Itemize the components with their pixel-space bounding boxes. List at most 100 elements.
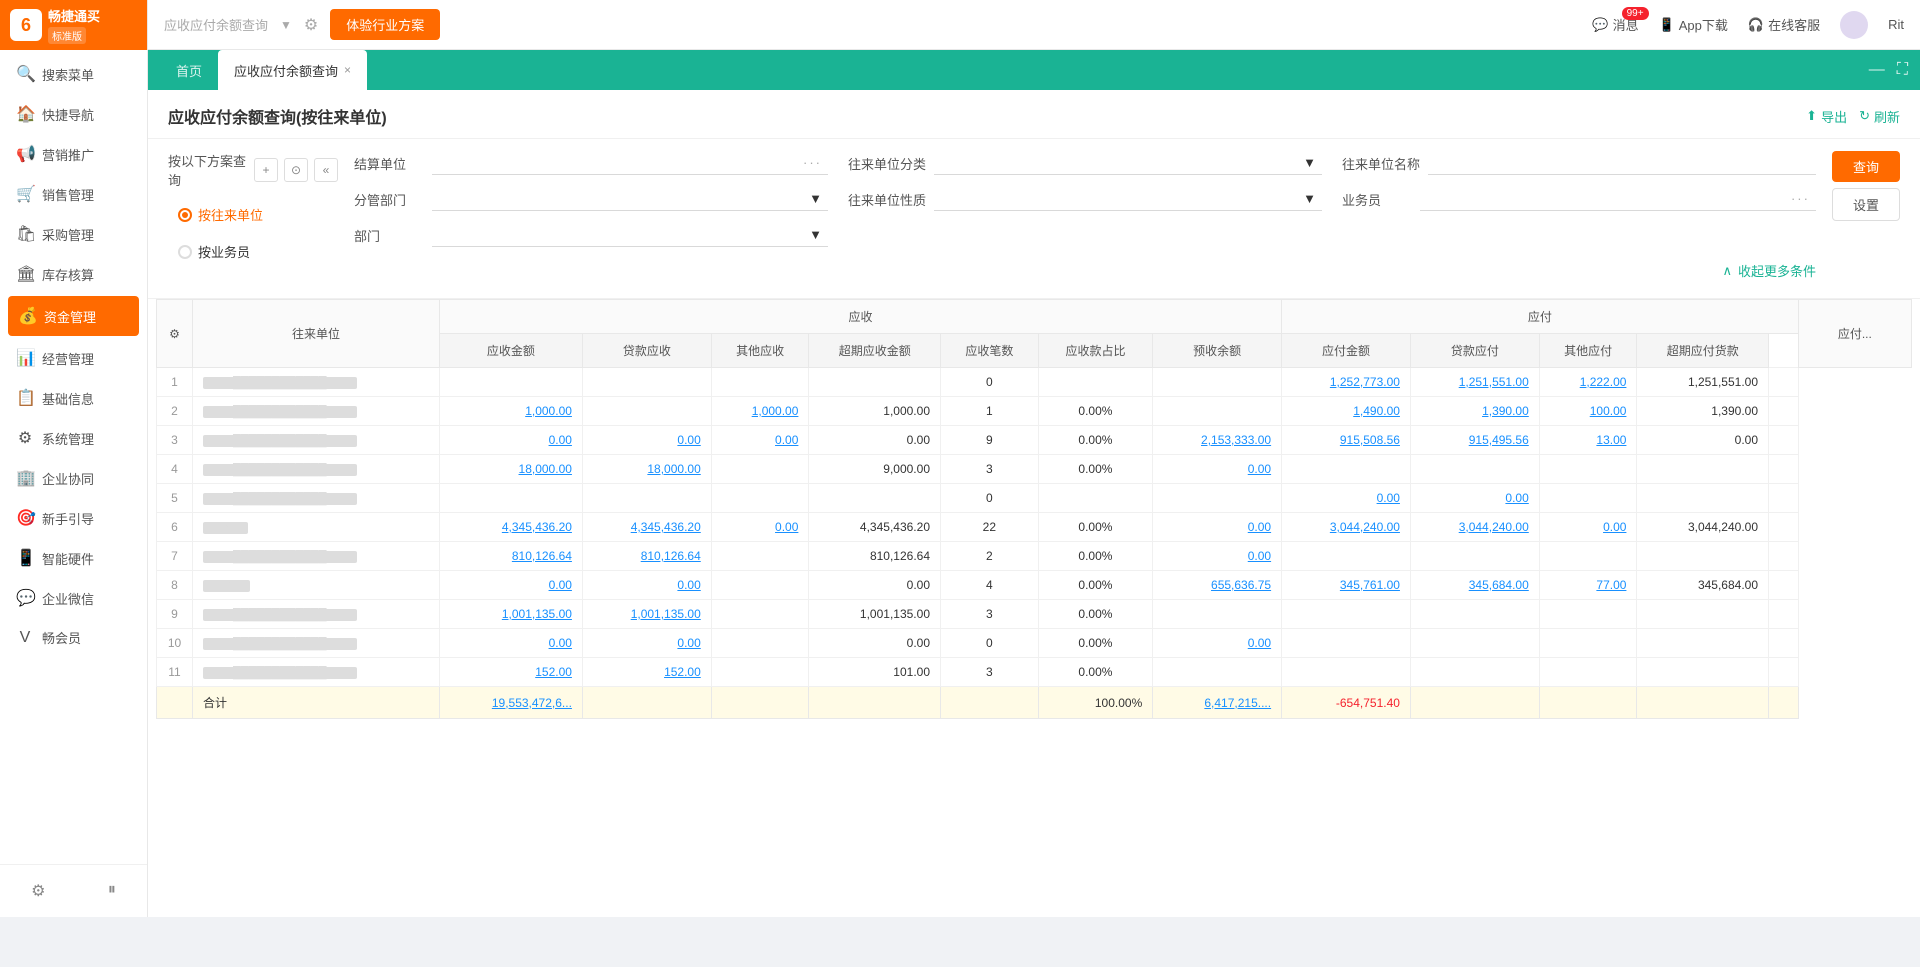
filter-add-btn[interactable]: + — [254, 158, 278, 182]
tab-close-icon[interactable]: × — [344, 63, 351, 77]
cell-link[interactable]: 0.00 — [775, 433, 798, 447]
marketing-icon: 📢 — [16, 144, 34, 164]
sidebar-item-label: 企业协同 — [42, 469, 94, 488]
cell-link[interactable]: 152.00 — [535, 665, 572, 679]
topbar-gear-icon[interactable]: ⚙ — [304, 15, 318, 35]
cell-link[interactable]: 13.00 — [1596, 433, 1626, 447]
settlement-dots[interactable]: ··· — [803, 155, 822, 170]
salesperson-dots[interactable]: ··· — [1791, 191, 1810, 206]
footer-prepaid[interactable]: 6,417,215.... — [1153, 687, 1282, 719]
cell-link[interactable]: 1,000.00 — [525, 404, 572, 418]
cell-link[interactable]: 4,345,436.20 — [631, 520, 701, 534]
tab-home[interactable]: 首页 — [160, 50, 218, 90]
cell-link[interactable]: 810,126.64 — [641, 549, 701, 563]
cell-link[interactable]: 0.00 — [1603, 520, 1626, 534]
cell-link[interactable]: 345,761.00 — [1340, 578, 1400, 592]
sidebar-item-guide[interactable]: 🎯新手引导 — [0, 498, 147, 538]
cell-link[interactable]: 0.00 — [549, 433, 572, 447]
partner-name-input[interactable] — [1428, 151, 1816, 175]
dept-manager-select[interactable]: ▼ — [432, 187, 828, 211]
wechat-icon: 💬 — [16, 588, 34, 608]
footer-rec-amount[interactable]: 19,553,472,6... — [439, 687, 582, 719]
sidebar-item-label: 采购管理 — [42, 225, 94, 244]
cell-link[interactable]: 915,508.56 — [1340, 433, 1400, 447]
cell-link[interactable]: 4,345,436.20 — [502, 520, 572, 534]
dept-select[interactable]: ▼ — [432, 223, 828, 247]
salesperson-input[interactable]: ··· — [1420, 187, 1816, 211]
online-service-btn[interactable]: 🎧 在线客服 — [1748, 15, 1820, 34]
cell-link[interactable]: 152.00 — [664, 665, 701, 679]
cell-link[interactable]: 18,000.00 — [519, 462, 572, 476]
sidebar-item-sales[interactable]: 🛒销售管理 — [0, 174, 147, 214]
sidebar-item-quick[interactable]: 🏠快捷导航 — [0, 94, 147, 134]
topbar-dropdown-icon[interactable]: ▼ — [280, 18, 292, 32]
filter-settings-btn[interactable]: ⊙ — [284, 158, 308, 182]
sidebar-item-inventory[interactable]: 🏛库存核算 — [0, 254, 147, 294]
partner-nature-select[interactable]: ▼ — [934, 187, 1322, 211]
export-btn[interactable]: ⬆ 导出 — [1806, 107, 1847, 126]
cell-link[interactable]: 0.00 — [775, 520, 798, 534]
cell-link[interactable]: 18,000.00 — [647, 462, 700, 476]
dropdown-icon3: ▼ — [1303, 191, 1316, 206]
gear-header[interactable]: ⚙ — [157, 300, 193, 368]
sidebar-item-finance[interactable]: 💰资金管理 — [8, 296, 139, 336]
cell-link[interactable]: 0.00 — [1248, 549, 1271, 563]
cell-link[interactable]: 0.00 — [1248, 462, 1271, 476]
export-icon: ⬆ — [1806, 108, 1817, 124]
collapse-more-btn[interactable]: ∧ 收起更多条件 — [1722, 255, 1816, 286]
cell-link[interactable]: 1,001,135.00 — [631, 607, 701, 621]
sidebar-item-purchase[interactable]: 🛍采购管理 — [0, 214, 147, 254]
settlement-input[interactable]: ··· — [432, 151, 828, 175]
cell-link[interactable]: 0.00 — [1377, 491, 1400, 505]
tab-active[interactable]: 应收应付余额查询 × — [218, 50, 367, 90]
username-label: Rit — [1888, 17, 1904, 32]
cell-link[interactable]: 915,495.56 — [1469, 433, 1529, 447]
cell-link[interactable]: 77.00 — [1596, 578, 1626, 592]
tab-minimize-btn[interactable]: — — [1869, 61, 1885, 79]
cell-link[interactable]: 0.00 — [677, 433, 700, 447]
sidebar-item-hardware[interactable]: 📱智能硬件 — [0, 538, 147, 578]
query-method-按业务员[interactable]: 按业务员 — [168, 236, 338, 267]
cell-link[interactable]: 1,001,135.00 — [502, 607, 572, 621]
cell-link[interactable]: 1,251,551.00 — [1459, 375, 1529, 389]
cell-link[interactable]: 1,390.00 — [1482, 404, 1529, 418]
query-method-按往来单位[interactable]: 按往来单位 — [168, 199, 338, 230]
cell-link[interactable]: 0.00 — [677, 578, 700, 592]
cell-link[interactable]: 0.00 — [549, 578, 572, 592]
sidebar-item-member[interactable]: V畅会员 — [0, 618, 147, 657]
sidebar-item-system[interactable]: ⚙系统管理 — [0, 418, 147, 458]
cell-link[interactable]: 0.00 — [549, 636, 572, 650]
cell-link[interactable]: 1,000.00 — [752, 404, 799, 418]
cell-link[interactable]: 1,252,773.00 — [1330, 375, 1400, 389]
cell-link[interactable]: 345,684.00 — [1469, 578, 1529, 592]
cell-link[interactable]: 1,490.00 — [1353, 404, 1400, 418]
topbar-cta-button[interactable]: 体验行业方案 — [330, 9, 440, 40]
cell-link[interactable]: 0.00 — [677, 636, 700, 650]
sidebar-item-search[interactable]: 🔍搜索菜单 — [0, 54, 147, 94]
sidebar-item-operation[interactable]: 📊经营管理 — [0, 338, 147, 378]
cell-link[interactable]: 810,126.64 — [512, 549, 572, 563]
cell-link[interactable]: 655,636.75 — [1211, 578, 1271, 592]
filter-collapse-btn[interactable]: « — [314, 158, 338, 182]
message-btn[interactable]: 💬 消息 99+ — [1592, 15, 1638, 34]
sidebar-item-base[interactable]: 📋基础信息 — [0, 378, 147, 418]
sidebar-item-marketing[interactable]: 📢营销推广 — [0, 134, 147, 174]
tab-maximize-btn[interactable]: ⛶ — [1897, 61, 1908, 79]
refresh-btn[interactable]: ↻ 刷新 — [1859, 107, 1900, 126]
cell-link[interactable]: 100.00 — [1590, 404, 1627, 418]
partner-category-select[interactable]: ▼ — [934, 151, 1322, 175]
sidebar-item-corp[interactable]: 🏢企业协同 — [0, 458, 147, 498]
query-button[interactable]: 查询 — [1832, 151, 1900, 182]
cell-link[interactable]: 3,044,240.00 — [1330, 520, 1400, 534]
cell-link[interactable]: 2,153,333.00 — [1201, 433, 1271, 447]
cell-link[interactable]: 1,222.00 — [1580, 375, 1627, 389]
settings-footer-btn[interactable]: ⚙ — [23, 877, 53, 905]
settings-button[interactable]: 设置 — [1832, 188, 1900, 221]
cell-link[interactable]: 0.00 — [1505, 491, 1528, 505]
app-download-btn[interactable]: 📱 App下载 — [1659, 15, 1728, 34]
cell-link[interactable]: 3,044,240.00 — [1459, 520, 1529, 534]
collapse-footer-btn[interactable]: ⏸ — [100, 877, 124, 905]
sidebar-item-wechat[interactable]: 💬企业微信 — [0, 578, 147, 618]
cell-link[interactable]: 0.00 — [1248, 520, 1271, 534]
cell-link[interactable]: 0.00 — [1248, 636, 1271, 650]
